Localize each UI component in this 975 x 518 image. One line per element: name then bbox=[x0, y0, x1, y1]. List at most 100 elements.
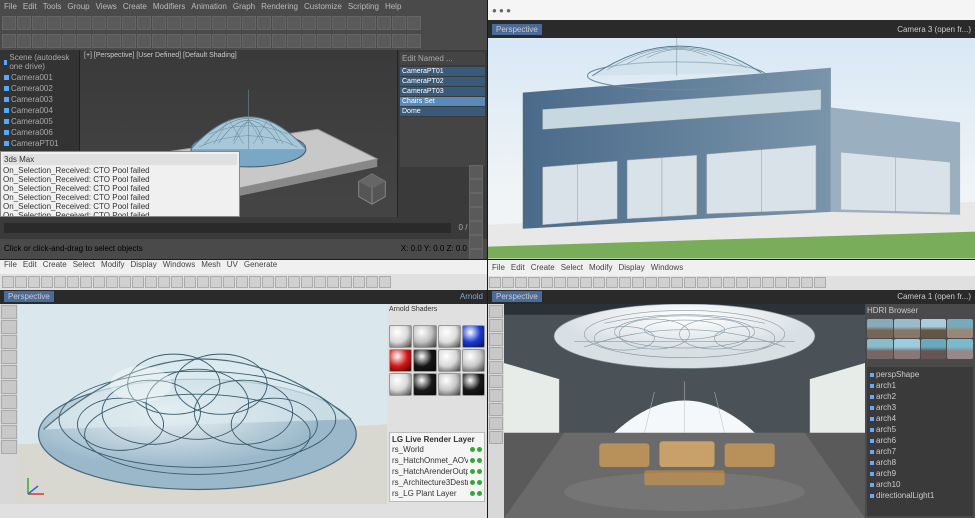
toolbar-button[interactable] bbox=[710, 277, 722, 288]
material-swatch[interactable] bbox=[413, 349, 436, 372]
menu-rendering[interactable]: Rendering bbox=[261, 2, 298, 12]
tree-item[interactable]: Camera005 bbox=[2, 116, 77, 127]
menu-create[interactable]: Create bbox=[531, 263, 555, 272]
toolbar-button[interactable] bbox=[347, 16, 361, 30]
toolbar-button[interactable] bbox=[257, 34, 271, 48]
menu-file[interactable]: File bbox=[492, 263, 505, 272]
menu-group[interactable]: Group bbox=[67, 2, 89, 12]
hdri-thumbnail[interactable] bbox=[947, 319, 973, 339]
menu-mesh[interactable]: Mesh bbox=[201, 260, 221, 274]
status-button[interactable] bbox=[469, 235, 483, 249]
toolbar-button[interactable] bbox=[775, 277, 787, 288]
tool-button[interactable] bbox=[1, 425, 17, 439]
viewport-tab[interactable]: Perspective bbox=[4, 291, 54, 302]
toolbox[interactable] bbox=[488, 304, 504, 518]
toolbar-button[interactable] bbox=[122, 16, 136, 30]
toolbar-button[interactable] bbox=[137, 16, 151, 30]
hdri-thumbnail[interactable] bbox=[867, 339, 893, 359]
tree-item[interactable]: Camera006 bbox=[2, 127, 77, 138]
secondary-toolbar[interactable] bbox=[0, 32, 487, 50]
material-swatch[interactable] bbox=[438, 325, 461, 348]
visibility-dot[interactable] bbox=[477, 447, 482, 452]
visibility-dot[interactable] bbox=[477, 469, 482, 474]
tool-button[interactable] bbox=[1, 335, 17, 349]
toolbar-button[interactable] bbox=[2, 16, 16, 30]
toolbar-button[interactable] bbox=[287, 16, 301, 30]
toolbar-button[interactable] bbox=[567, 277, 579, 288]
toolbar-button[interactable] bbox=[242, 34, 256, 48]
toolbar-button[interactable] bbox=[272, 16, 286, 30]
toolbar-button[interactable] bbox=[736, 277, 748, 288]
tree-item[interactable]: Scene (autodesk one drive) bbox=[2, 52, 77, 72]
menu-uv[interactable]: UV bbox=[227, 260, 238, 274]
toolbar-button[interactable] bbox=[227, 34, 241, 48]
maxscript-listener[interactable]: 3ds Max On_Selection_Received: CTO Pool … bbox=[0, 151, 240, 217]
outliner-item[interactable]: arch4 bbox=[869, 413, 971, 424]
status-button[interactable] bbox=[469, 165, 483, 179]
tool-button[interactable] bbox=[1, 395, 17, 409]
visibility-dot[interactable] bbox=[470, 469, 475, 474]
toolbar-button[interactable] bbox=[347, 34, 361, 48]
toolbar-button[interactable] bbox=[212, 34, 226, 48]
toolbar-button[interactable] bbox=[257, 16, 271, 30]
menu-edit[interactable]: Edit bbox=[23, 260, 37, 274]
toolbar-button[interactable] bbox=[723, 277, 735, 288]
shelf-button[interactable] bbox=[327, 276, 339, 288]
shelf-button[interactable] bbox=[106, 276, 118, 288]
toolbar-button[interactable] bbox=[182, 34, 196, 48]
material-swatch[interactable] bbox=[462, 373, 485, 396]
tool-button[interactable] bbox=[1, 305, 17, 319]
outliner-item[interactable]: arch10 bbox=[869, 479, 971, 490]
toolbar-button[interactable] bbox=[554, 277, 566, 288]
toolbar-button[interactable] bbox=[47, 16, 61, 30]
toolbar-button[interactable] bbox=[332, 16, 346, 30]
viewport-tab[interactable]: Perspective bbox=[492, 24, 542, 35]
menu-generate[interactable]: Generate bbox=[244, 260, 277, 274]
window-controls[interactable]: ● ● ● bbox=[492, 6, 511, 15]
toolbar-button[interactable] bbox=[17, 16, 31, 30]
toolbar-button[interactable] bbox=[515, 277, 527, 288]
toolbar-button[interactable] bbox=[658, 277, 670, 288]
outliner[interactable]: perspShapearch1arch2arch3arch4arch5arch6… bbox=[867, 367, 973, 516]
outliner-item[interactable]: arch8 bbox=[869, 457, 971, 468]
toolbar-button[interactable] bbox=[528, 277, 540, 288]
visibility-dot[interactable] bbox=[470, 480, 475, 485]
toolbar-button[interactable] bbox=[302, 16, 316, 30]
toolbar-button[interactable] bbox=[2, 34, 16, 48]
render-layer-row[interactable]: rs_World bbox=[392, 444, 482, 455]
selection-set[interactable]: CameraPT01 bbox=[400, 67, 485, 76]
tool-button[interactable] bbox=[489, 403, 503, 416]
tool-button[interactable] bbox=[489, 319, 503, 332]
visibility-dot[interactable] bbox=[470, 458, 475, 463]
camera-label[interactable]: Camera 1 (open fr...) bbox=[897, 292, 971, 301]
menu-modifiers[interactable]: Modifiers bbox=[153, 2, 185, 12]
toolbar-button[interactable] bbox=[697, 277, 709, 288]
shelf-button[interactable] bbox=[366, 276, 378, 288]
main-toolbar[interactable] bbox=[0, 14, 487, 32]
toolbar-button[interactable] bbox=[77, 34, 91, 48]
toolbar-button[interactable] bbox=[197, 34, 211, 48]
shelf-button[interactable] bbox=[249, 276, 261, 288]
material-swatch[interactable] bbox=[389, 325, 412, 348]
shelf-button[interactable] bbox=[353, 276, 365, 288]
menu-modify[interactable]: Modify bbox=[589, 263, 613, 272]
material-swatch[interactable] bbox=[413, 373, 436, 396]
shelf-button[interactable] bbox=[28, 276, 40, 288]
render-layer-row[interactable]: rs_HatchArenderOutput_slice_and bbox=[392, 466, 482, 477]
toolbar-button[interactable] bbox=[362, 34, 376, 48]
shelf-button[interactable] bbox=[41, 276, 53, 288]
status-button[interactable] bbox=[469, 249, 483, 259]
shelf-button[interactable] bbox=[67, 276, 79, 288]
outliner-item[interactable]: arch9 bbox=[869, 468, 971, 479]
toolbar-button[interactable] bbox=[645, 277, 657, 288]
tool-button[interactable] bbox=[489, 417, 503, 430]
hdri-thumbnail[interactable] bbox=[947, 339, 973, 359]
tool-button[interactable] bbox=[1, 440, 17, 454]
toolbar-button[interactable] bbox=[317, 34, 331, 48]
toolbar-button[interactable] bbox=[749, 277, 761, 288]
tree-item[interactable]: Camera002 bbox=[2, 83, 77, 94]
menu-bar[interactable]: FileEditCreateSelectModifyDisplayWindows bbox=[488, 260, 975, 276]
menu-views[interactable]: Views bbox=[96, 2, 117, 12]
toolbar-button[interactable] bbox=[632, 277, 644, 288]
hdri-thumbnail[interactable] bbox=[894, 339, 920, 359]
